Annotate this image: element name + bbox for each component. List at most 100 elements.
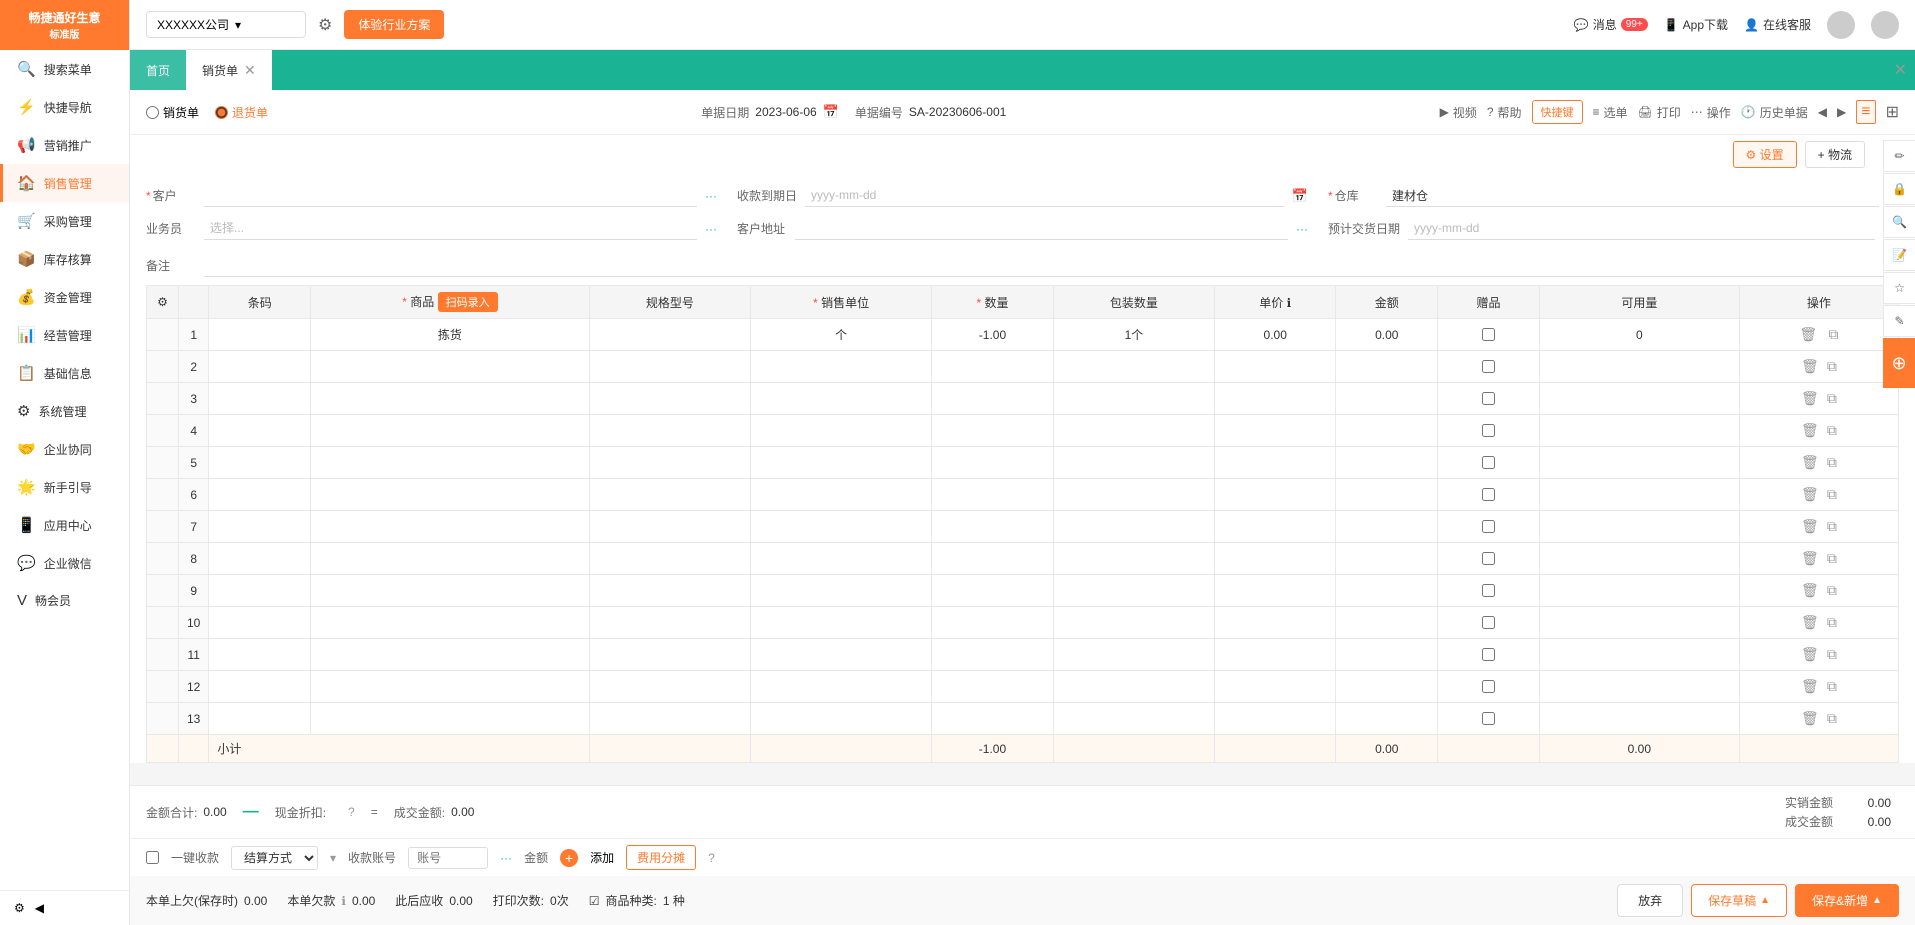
warehouse-input[interactable]: [1386, 184, 1879, 207]
sidebar-item-system[interactable]: ⚙ 系统管理: [0, 392, 129, 430]
delete-row-button[interactable]: 🗑: [1797, 516, 1823, 537]
delete-row-button[interactable]: 🗑: [1797, 612, 1823, 633]
save-new-button[interactable]: 保存&新增 ▲: [1795, 884, 1899, 917]
setting-button[interactable]: ⚙ ⚙ 设置 设置: [1733, 141, 1797, 168]
collapse-icon[interactable]: ◀: [35, 901, 44, 915]
delete-row-button[interactable]: 🗑: [1797, 644, 1823, 665]
delete-row-button[interactable]: 🗑: [1797, 548, 1823, 569]
nav-prev-icon[interactable]: ◀: [1818, 105, 1827, 119]
copy-row-button[interactable]: ⧉: [1823, 676, 1841, 697]
copy-row-button[interactable]: ⧉: [1824, 324, 1842, 345]
side-star-icon[interactable]: ☆: [1883, 272, 1915, 304]
copy-row-button[interactable]: ⧉: [1823, 644, 1841, 665]
sidebar-item-inventory[interactable]: 📦 库存核算: [0, 240, 129, 278]
salesperson-dots[interactable]: ···: [705, 222, 717, 236]
sidebar-item-operations[interactable]: 📊 经营管理: [0, 316, 129, 354]
delete-row-button[interactable]: 🗑: [1797, 388, 1823, 409]
customer-dots[interactable]: ···: [705, 189, 717, 203]
gear-icon[interactable]: ⚙: [14, 901, 25, 915]
side-pencil-icon[interactable]: ✎: [1883, 305, 1915, 337]
copy-row-button[interactable]: ⧉: [1823, 612, 1841, 633]
add-payment-button[interactable]: +: [560, 849, 578, 867]
tab-home[interactable]: 首页: [130, 50, 186, 90]
delete-row-button[interactable]: 🗑: [1797, 580, 1823, 601]
spec-cell[interactable]: [589, 319, 750, 351]
expense-help-icon[interactable]: ?: [708, 851, 715, 865]
delete-row-button[interactable]: 🗑: [1797, 676, 1823, 697]
product-cell[interactable]: 拣货: [311, 319, 590, 351]
expense-button[interactable]: 费用分摊: [626, 845, 696, 870]
view-toggle-2[interactable]: ⊞: [1886, 102, 1899, 122]
copy-row-button[interactable]: ⧉: [1823, 452, 1841, 473]
window-close-button[interactable]: ✕: [1894, 60, 1907, 80]
view-toggle-1[interactable]: ≡: [1856, 100, 1875, 124]
sidebar-item-wechat[interactable]: 💬 企业微信: [0, 544, 129, 582]
radio-return[interactable]: 退货单: [215, 104, 268, 121]
delivery-date-input[interactable]: [1408, 217, 1875, 240]
unit-cell[interactable]: 个: [751, 319, 932, 351]
radio-sale[interactable]: 销货单: [146, 104, 199, 121]
customer-input[interactable]: [204, 184, 697, 207]
app-download-btn[interactable]: 📱 App下载: [1664, 16, 1728, 33]
delete-row-button[interactable]: 🗑: [1797, 708, 1823, 729]
tab-close-icon[interactable]: ✕: [244, 62, 256, 79]
question-icon[interactable]: ?: [348, 805, 355, 819]
sidebar-item-finance[interactable]: 💰 资金管理: [0, 278, 129, 316]
save-draft-button[interactable]: 保存草稿 ▲: [1691, 884, 1787, 917]
quantity-cell[interactable]: -1.00: [932, 319, 1054, 351]
account-input[interactable]: [408, 847, 488, 869]
messages-btn[interactable]: 💬 消息 99+: [1574, 16, 1648, 33]
settings-icon[interactable]: ⚙: [318, 15, 332, 35]
side-edit-icon[interactable]: ✏: [1883, 140, 1915, 172]
copy-row-button[interactable]: ⧉: [1823, 548, 1841, 569]
notes-input[interactable]: [204, 254, 1899, 277]
company-selector[interactable]: XXXXXX公司 ▾: [146, 11, 306, 38]
sidebar-item-app-center[interactable]: 📱 应用中心: [0, 506, 129, 544]
video-link[interactable]: ▶ 视频: [1440, 104, 1477, 121]
unit-price-cell[interactable]: 0.00: [1215, 319, 1336, 351]
history-link[interactable]: 🕐 历史单据: [1741, 104, 1808, 121]
one-click-checkbox[interactable]: [146, 851, 159, 864]
copy-row-button[interactable]: ⧉: [1823, 420, 1841, 441]
operate-link[interactable]: ⋯ 操作: [1691, 104, 1731, 121]
side-note-icon[interactable]: 📝: [1883, 239, 1915, 271]
sidebar-item-marketing[interactable]: 📢 营销推广: [0, 126, 129, 164]
customer-address-input[interactable]: [795, 217, 1288, 240]
sidebar-item-search[interactable]: 🔍 搜索菜单: [0, 50, 129, 88]
delete-row-button[interactable]: 🗑: [1797, 484, 1823, 505]
copy-row-button[interactable]: ⧉: [1823, 580, 1841, 601]
amount-cell[interactable]: 0.00: [1336, 319, 1438, 351]
calc-method-select[interactable]: 结算方式: [231, 846, 318, 870]
side-lock-icon[interactable]: 🔒: [1883, 173, 1915, 205]
payment-calendar-icon[interactable]: 📅: [1292, 188, 1308, 204]
copy-row-button[interactable]: ⧉: [1823, 484, 1841, 505]
side-add-icon[interactable]: ⊕: [1883, 338, 1915, 388]
discard-button[interactable]: 放弃: [1617, 884, 1683, 917]
trial-button[interactable]: 体验行业方案: [344, 10, 444, 39]
print-link[interactable]: 🖨 打印: [1638, 104, 1681, 121]
flow-button[interactable]: + 物流 + 物流: [1805, 141, 1865, 168]
sidebar-item-quick-nav[interactable]: ⚡ 快捷导航: [0, 88, 129, 126]
sidebar-item-newbie[interactable]: 🌟 新手引导: [0, 468, 129, 506]
sidebar-item-sales[interactable]: 🏠 销售管理: [0, 164, 129, 202]
delete-row-button[interactable]: 🗑: [1795, 324, 1821, 345]
online-service-btn[interactable]: 👤 在线客服: [1744, 16, 1811, 33]
copy-row-button[interactable]: ⧉: [1823, 516, 1841, 537]
copy-row-button[interactable]: ⧉: [1823, 388, 1841, 409]
payment-due-input[interactable]: [805, 184, 1284, 207]
scan-button[interactable]: 扫码录入: [438, 292, 498, 312]
sidebar-item-basics[interactable]: 📋 基础信息: [0, 354, 129, 392]
copy-row-button[interactable]: ⧉: [1823, 708, 1841, 729]
account-dots[interactable]: ···: [500, 851, 512, 865]
nav-next-icon[interactable]: ▶: [1837, 105, 1846, 119]
address-dots[interactable]: ···: [1296, 222, 1308, 236]
help-link[interactable]: ? 帮助: [1487, 104, 1522, 121]
info-icon[interactable]: ℹ: [341, 894, 346, 908]
delete-row-button[interactable]: 🗑: [1797, 420, 1823, 441]
avatar[interactable]: [1827, 11, 1855, 39]
delete-row-button[interactable]: 🗑: [1797, 452, 1823, 473]
salesperson-input[interactable]: [204, 217, 697, 240]
side-search-icon[interactable]: 🔍: [1883, 206, 1915, 238]
sidebar-item-purchase[interactable]: 🛒 采购管理: [0, 202, 129, 240]
pack-qty-cell[interactable]: 1个: [1053, 319, 1214, 351]
